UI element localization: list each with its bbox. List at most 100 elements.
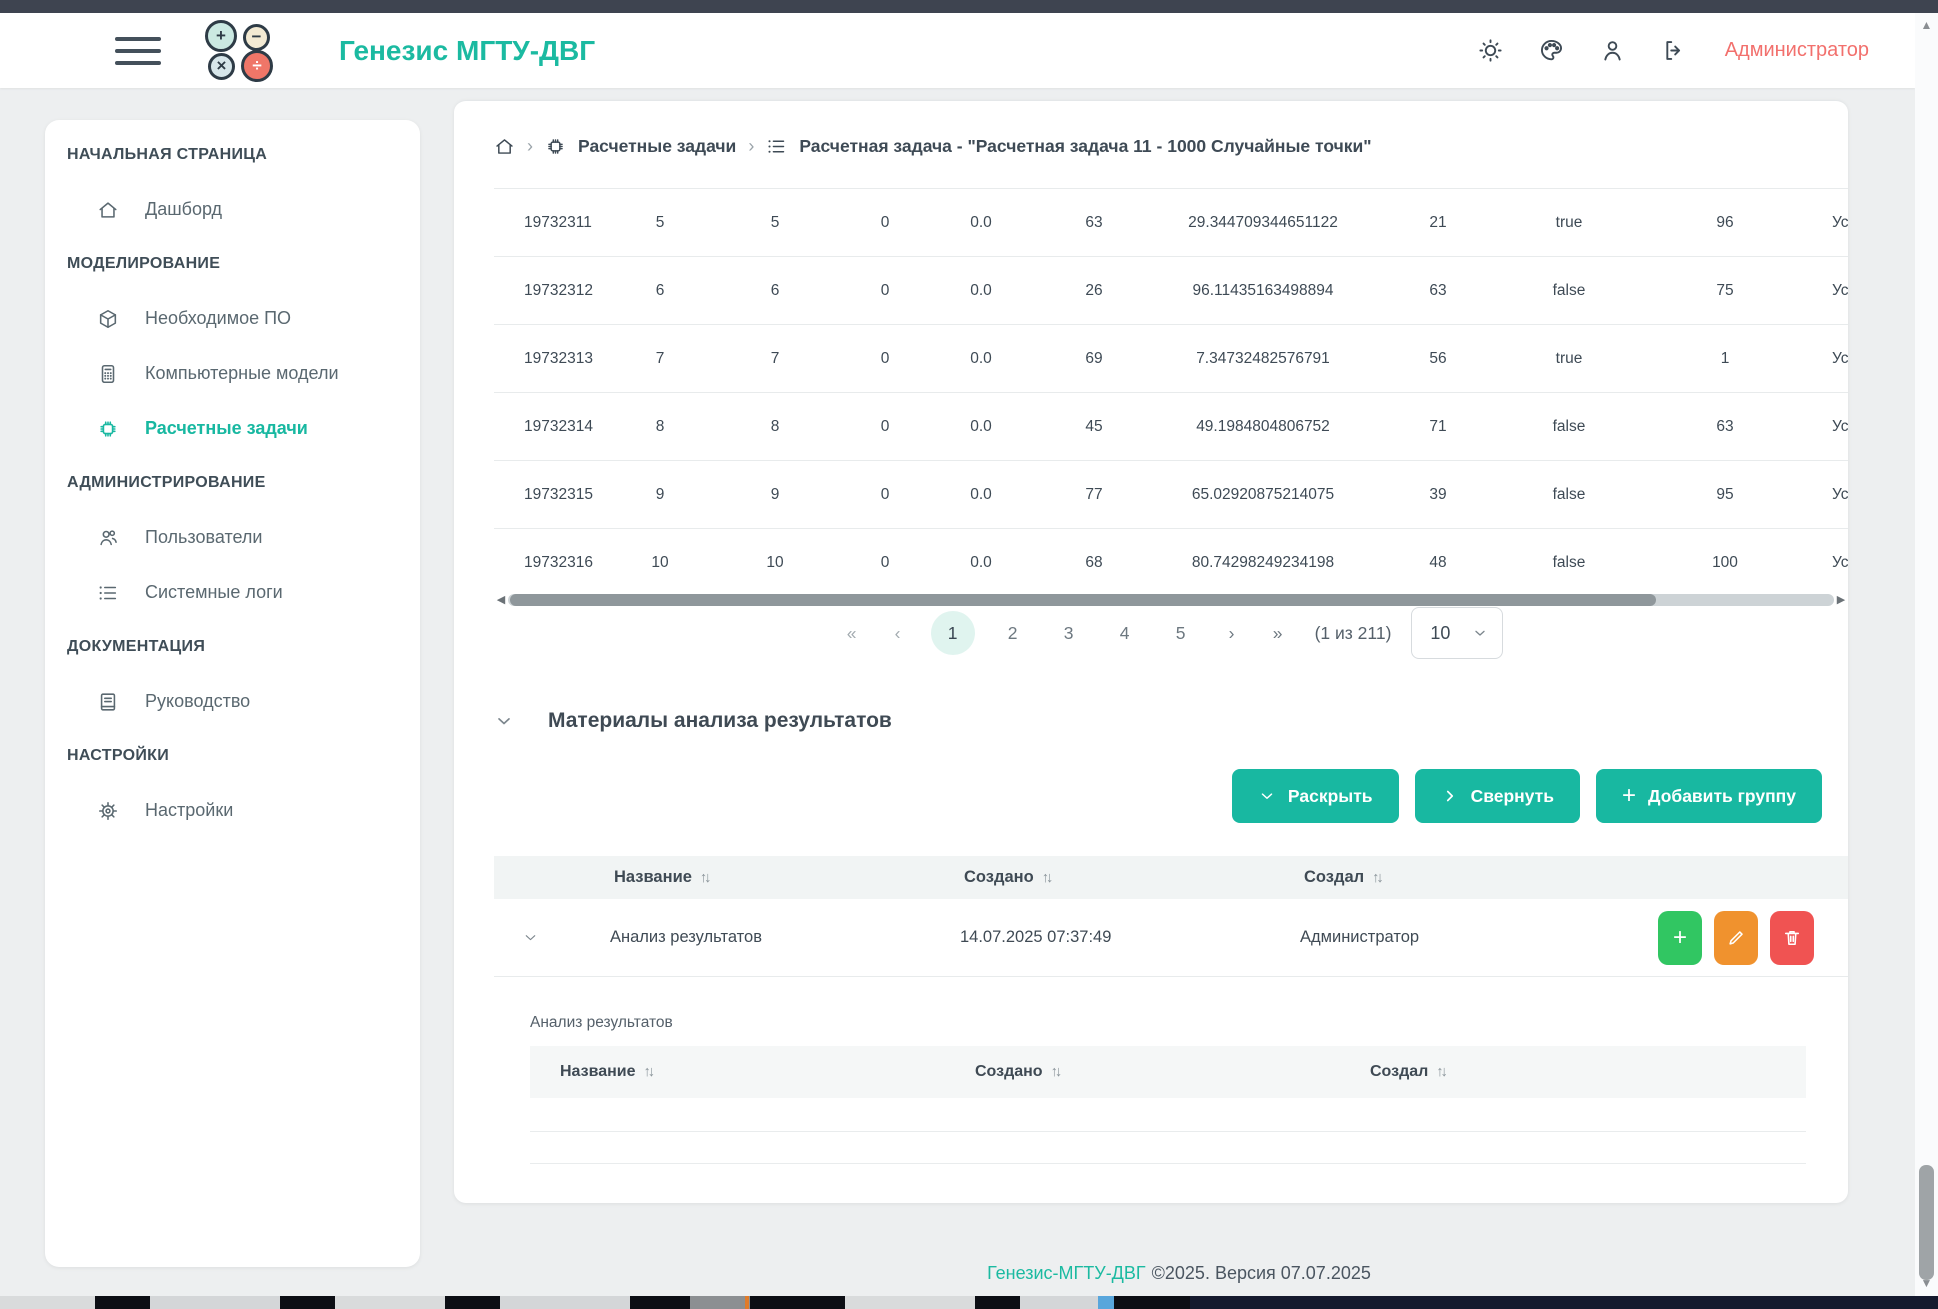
pagination-prev[interactable]: ‹: [885, 623, 911, 644]
theme-toggle-icon[interactable]: [1477, 37, 1505, 65]
column-header-creator[interactable]: Создал ↑↓: [1290, 868, 1640, 887]
page-size-select[interactable]: 10: [1411, 607, 1504, 659]
calculator-icon: [97, 363, 119, 385]
scroll-down-arrow-icon[interactable]: ▼: [1915, 1276, 1938, 1290]
menu-toggle-button[interactable]: [115, 36, 161, 65]
sidebar-item-label: Расчетные задачи: [145, 418, 308, 438]
sort-icon[interactable]: ↑↓: [700, 870, 711, 886]
cell-value: 7.34732482576791: [1166, 324, 1360, 393]
cell-n: 68: [1022, 528, 1166, 592]
cell-n: 45: [1022, 392, 1166, 461]
material-creator: Администратор: [1300, 928, 1420, 946]
cell-n: 69: [1022, 324, 1166, 393]
logout-icon[interactable]: [1660, 37, 1688, 65]
user-icon[interactable]: [1599, 37, 1627, 65]
sidebar-item-label: Настройки: [145, 800, 234, 820]
cell-id: 19732314: [494, 392, 600, 461]
pagination-page-1[interactable]: 1: [930, 611, 975, 655]
chip-icon: [97, 418, 119, 440]
sidebar-item-manual[interactable]: Руководство: [45, 674, 420, 729]
table-row[interactable]: 19732316 10 10 0 0.0 68 80.74298249234198 48 fal…: [494, 528, 1848, 592]
user-role-label: Администратор: [1724, 39, 1869, 61]
sort-icon[interactable]: ↑↓: [1436, 1064, 1447, 1080]
sidebar-item-settings[interactable]: Настройки: [45, 783, 420, 838]
main-content-card: › Расчетные задачи › Расчетная задача - …: [454, 100, 1848, 1203]
expand-all-label: Раскрыть: [1287, 785, 1373, 806]
pagination-last[interactable]: »: [1265, 623, 1291, 644]
sort-icon[interactable]: ↑↓: [1051, 1064, 1062, 1080]
table-row[interactable]: 19732313 7 7 0 0.0 69 7.34732482576791 56 true 1 У…: [494, 324, 1848, 393]
cell-n: 77: [1022, 460, 1166, 529]
logo-multiply-icon: ×: [208, 52, 235, 80]
add-group-button[interactable]: + Добавить группу: [1596, 769, 1822, 823]
row-expand-icon[interactable]: [494, 929, 600, 946]
sidebar-item-software[interactable]: Необходимое ПО: [45, 291, 420, 346]
cell-b: 10: [720, 528, 830, 592]
column-header-name[interactable]: Название ↑↓: [600, 868, 950, 887]
collapse-all-button[interactable]: Свернуть: [1414, 769, 1580, 823]
pagination-first[interactable]: «: [839, 623, 865, 644]
palette-icon[interactable]: [1538, 37, 1566, 65]
delete-button[interactable]: [1770, 910, 1814, 965]
sort-icon[interactable]: ↑↓: [1042, 870, 1053, 886]
column-header-creator[interactable]: Создал ↑↓: [1340, 1063, 1806, 1081]
table-row[interactable]: 19732312 6 6 0 0.0 26 96.11435163498894 63 false…: [494, 256, 1848, 325]
sidebar-item-logs[interactable]: Системные логи: [45, 565, 420, 620]
cell-flag: false: [1516, 392, 1622, 461]
cell-a: 10: [600, 528, 720, 592]
table-row[interactable]: 19732315 9 9 0 0.0 77 65.02920875214075 39 false…: [494, 460, 1848, 529]
sort-icon[interactable]: ↑↓: [1372, 870, 1383, 886]
cell-flag: true: [1516, 324, 1622, 393]
expand-all-button[interactable]: Раскрыть: [1231, 769, 1399, 823]
cell-status: Ус: [1828, 460, 1848, 529]
edit-button[interactable]: [1714, 910, 1758, 965]
sidebar-item-label: Системные логи: [145, 582, 283, 602]
pagination-page-4[interactable]: 4: [1107, 623, 1143, 644]
pagination-next[interactable]: ›: [1219, 623, 1245, 644]
pagination-page-3[interactable]: 3: [1051, 623, 1087, 644]
sidebar-section-title: НАСТРОЙКИ: [67, 747, 170, 764]
vertical-scrollbar-thumb[interactable]: [1919, 1165, 1934, 1280]
breadcrumb-separator: ›: [527, 135, 533, 156]
sidebar-item-label: Компьютерные модели: [145, 363, 339, 383]
vertical-scrollbar[interactable]: ▲ ▼: [1915, 13, 1938, 1296]
column-header-name[interactable]: Название ↑↓: [530, 1063, 960, 1081]
cell-b: 8: [720, 392, 830, 461]
material-name: Анализ результатов: [610, 928, 762, 946]
breadcrumb-section-link[interactable]: Расчетные задачи: [578, 136, 736, 157]
table-row[interactable]: 19732314 8 8 0 0.0 45 49.1984804806752 71 false 6…: [494, 392, 1848, 461]
sidebar-item-models[interactable]: Компьютерные модели: [45, 346, 420, 401]
add-item-button[interactable]: +: [1658, 910, 1702, 965]
breadcrumb-home-icon[interactable]: [494, 136, 515, 157]
cell-zero_d: 0.0: [940, 528, 1022, 592]
sidebar-item-users[interactable]: Пользователи: [45, 510, 420, 565]
column-header-created[interactable]: Создано ↑↓: [950, 868, 1290, 887]
cell-value: 65.02920875214075: [1166, 460, 1360, 529]
table-row[interactable]: 19732311 5 5 0 0.0 63 29.344709344651122 21 true…: [494, 189, 1848, 257]
cell-id: 19732315: [494, 460, 600, 529]
sidebar-section-title: НАЧАЛЬНАЯ СТРАНИЦА: [67, 146, 268, 163]
trash-icon: [1782, 928, 1802, 948]
pagination-page-5[interactable]: 5: [1163, 623, 1199, 644]
cell-flag: false: [1516, 460, 1622, 529]
sidebar-item-tasks[interactable]: Расчетные задачи: [45, 401, 420, 456]
sidebar-item-dashboard[interactable]: Дашборд: [45, 182, 420, 237]
sort-icon[interactable]: ↑↓: [644, 1064, 655, 1080]
pencil-icon: [1726, 928, 1746, 948]
cell-g: 21: [1360, 189, 1516, 257]
column-header-created[interactable]: Создано ↑↓: [960, 1063, 1340, 1081]
book-icon: [97, 691, 119, 713]
footer-brand-link[interactable]: Генезис-МГТУ-ДВГ: [987, 1263, 1146, 1284]
cell-value: 29.344709344651122: [1166, 189, 1360, 257]
users-icon: [97, 527, 119, 549]
breadcrumb-task-icon: [766, 136, 787, 157]
pagination-page-2[interactable]: 2: [995, 623, 1031, 644]
materials-table-row[interactable]: Анализ результатов 14.07.2025 07:37:49 А…: [494, 899, 1848, 977]
cell-g: 71: [1360, 392, 1516, 461]
cell-b: 7: [720, 324, 830, 393]
section-collapse-icon[interactable]: [494, 711, 514, 731]
cell-value: 49.1984804806752: [1166, 392, 1360, 461]
loglist-icon: [97, 582, 119, 604]
scroll-up-arrow-icon[interactable]: ▲: [1915, 18, 1938, 32]
subtable-empty-row: [530, 1131, 1806, 1164]
